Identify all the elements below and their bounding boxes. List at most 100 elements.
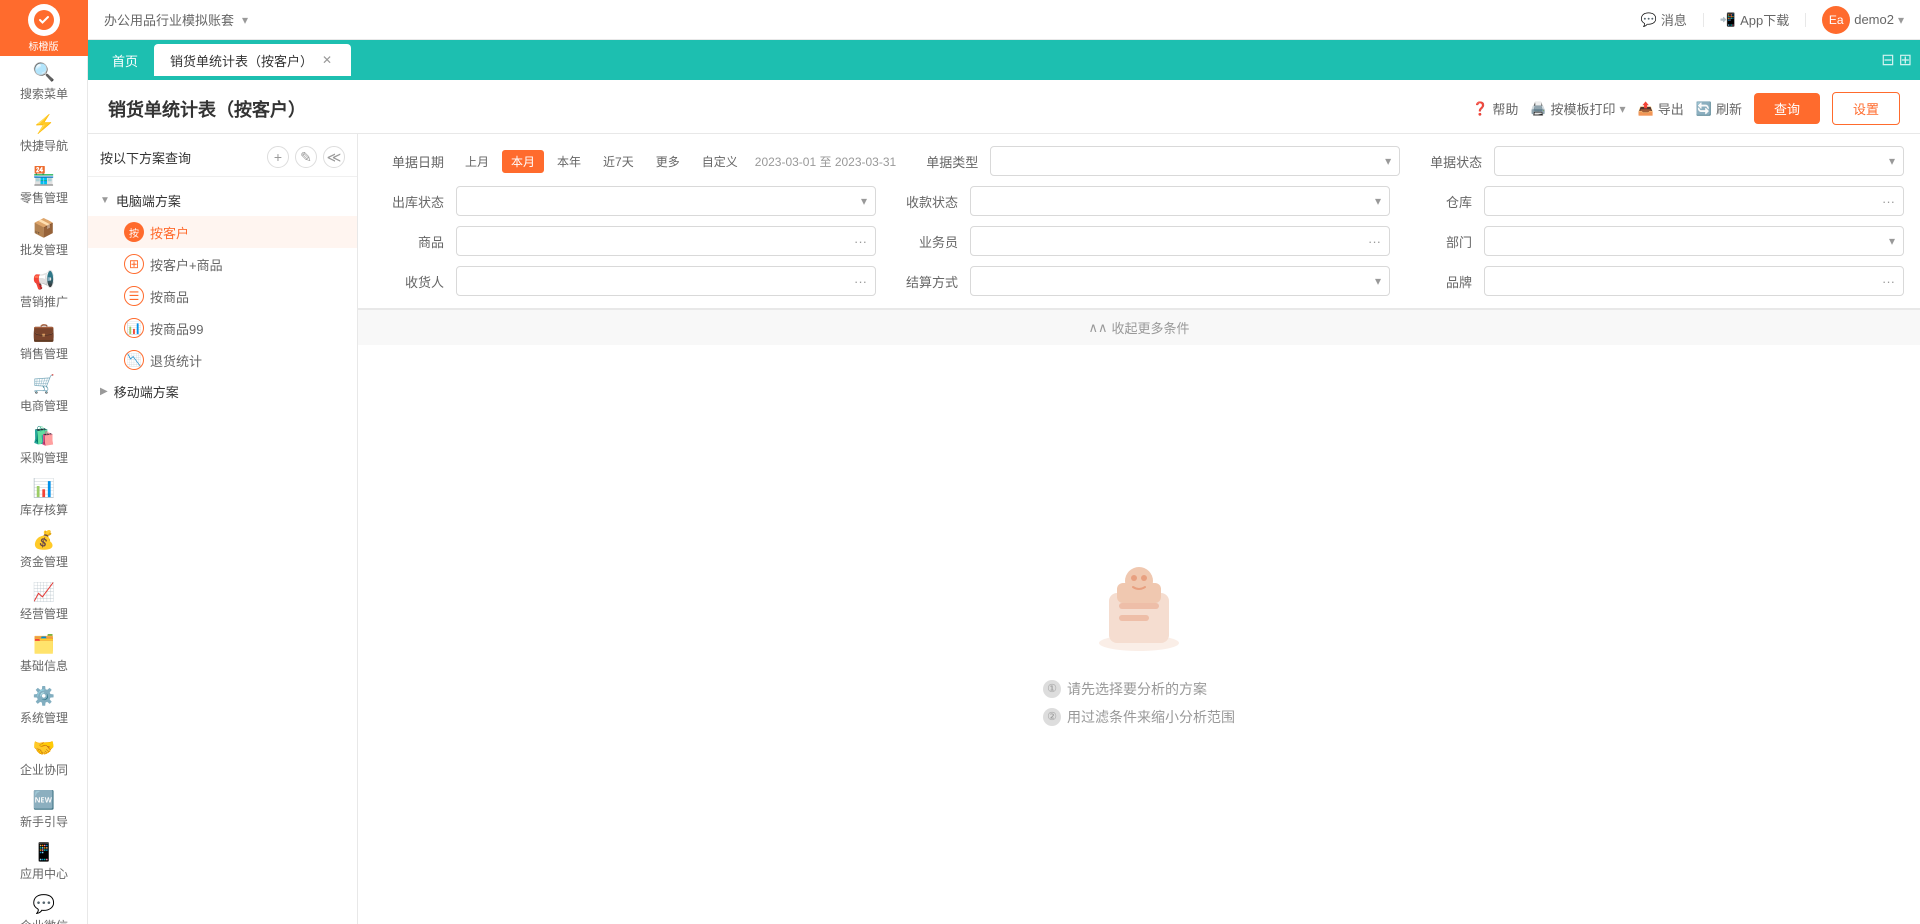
content-area: 按以下方案查询 + ✎ ≪ ▼ 电脑端方案 按 按客户 [88, 134, 1920, 924]
sidebar-item-quicknav[interactable]: ⚡ 快捷导航 [0, 108, 87, 160]
warehouse-input[interactable]: ··· [1484, 186, 1904, 216]
page-actions: ❓ 帮助 🖨️ 按模板打印 ▾ 📤 导出 🔄 刷新 [1472, 92, 1900, 125]
date-btn-thisyear[interactable]: 本年 [548, 150, 590, 173]
receiver-input[interactable]: ··· [456, 266, 876, 296]
receipt-status-select[interactable]: ▾ [970, 186, 1390, 216]
tree-parent-pc-label: 电脑端方案 [116, 191, 181, 210]
right-panel: 单据日期 上月 本月 本年 近7天 更多 自定义 2023-03-01 至 20… [358, 134, 1920, 924]
date-range: 2023-03-01 至 2023-03-31 [755, 153, 896, 170]
tab-home[interactable]: 首页 [96, 44, 154, 76]
operations-icon: 📈 [33, 582, 55, 603]
add-scheme-btn[interactable]: + [267, 146, 289, 168]
sidebar-item-appcenter-label: 应用中心 [20, 865, 68, 882]
sidebar-item-system[interactable]: ⚙️ 系统管理 [0, 680, 87, 732]
salesperson-input[interactable]: ··· [970, 226, 1390, 256]
message-btn[interactable]: 💬 消息 [1641, 10, 1687, 29]
tab-close-icon[interactable]: ✕ [319, 52, 335, 68]
collapse-bar[interactable]: ∧∧ 收起更多条件 [358, 309, 1920, 345]
sidebar-item-finance[interactable]: 💰 资金管理 [0, 524, 87, 576]
sidebar-item-search[interactable]: 🔍 搜索菜单 [0, 56, 87, 108]
department-select[interactable]: ▾ [1484, 226, 1904, 256]
sidebar-item-basic-label: 基础信息 [20, 657, 68, 674]
left-panel-header: 按以下方案查询 + ✎ ≪ [88, 134, 357, 177]
divider2 [1805, 13, 1806, 27]
tree-parent-pc[interactable]: ▼ 电脑端方案 [88, 185, 357, 216]
tree-child-bykh[interactable]: 按 按客户 [88, 216, 357, 248]
date-btn-more[interactable]: 更多 [647, 150, 689, 173]
left-panel: 按以下方案查询 + ✎ ≪ ▼ 电脑端方案 按 按客户 [88, 134, 358, 924]
sidebar-item-inventory[interactable]: 📊 库存核算 [0, 472, 87, 524]
sidebar-item-ecommerce-label: 电商管理 [20, 397, 68, 414]
date-btn-thismonth[interactable]: 本月 [502, 150, 544, 173]
refresh-btn[interactable]: 🔄 刷新 [1696, 99, 1742, 118]
collapse-panel-btn[interactable]: ≪ [323, 146, 345, 168]
date-btn-lastmonth[interactable]: 上月 [456, 150, 498, 173]
sidebar-menu: 🔍 搜索菜单 ⚡ 快捷导航 🏪 零售管理 📦 批发管理 📢 营销推广 💼 销售管… [0, 56, 87, 924]
tab-expand-icon[interactable]: ⊞ [1899, 50, 1912, 70]
salesperson-dots: ··· [1368, 234, 1381, 249]
tree-child-bysp[interactable]: ☰ 按商品 [88, 280, 357, 312]
tab-home-label: 首页 [112, 51, 138, 70]
user-menu[interactable]: Ea demo2 ▾ [1822, 6, 1904, 34]
goods-input[interactable]: ··· [456, 226, 876, 256]
header-right: 💬 消息 📲 App下载 Ea demo2 ▾ [1641, 6, 1904, 34]
sidebar-item-marketing-label: 营销推广 [20, 293, 68, 310]
sidebar-item-ecommerce[interactable]: 🛒 电商管理 [0, 368, 87, 420]
order-status-label: 单据状态 [1412, 152, 1482, 171]
logo-icon [28, 4, 60, 36]
inventory-icon: 📊 [33, 478, 55, 499]
out-status-select[interactable]: ▾ [456, 186, 876, 216]
order-status-select[interactable]: ▾ [1494, 146, 1904, 176]
sidebar-item-wholesale[interactable]: 📦 批发管理 [0, 212, 87, 264]
empty-hint-1: ① 请先选择要分析的方案 [1043, 679, 1235, 699]
sidebar-item-basic[interactable]: 🗂️ 基础信息 [0, 628, 87, 680]
sidebar-item-purchase[interactable]: 🛍️ 采购管理 [0, 420, 87, 472]
tab-sales-stat[interactable]: 销货单统计表（按客户） ✕ [154, 44, 351, 76]
receipt-status-label: 收款状态 [888, 192, 958, 211]
export-btn[interactable]: 📤 导出 [1638, 99, 1684, 118]
order-type-select[interactable]: ▾ [990, 146, 1400, 176]
tab-minimize-icon[interactable]: ⊟ [1881, 50, 1894, 70]
sidebar-item-sales[interactable]: 💼 销售管理 [0, 316, 87, 368]
newuser-icon: 🆕 [33, 790, 55, 811]
edit-scheme-btn[interactable]: ✎ [295, 146, 317, 168]
tree-child-returns[interactable]: 📉 退货统计 [88, 344, 357, 376]
brand-input[interactable]: ··· [1484, 266, 1904, 296]
sidebar-item-enterprise-label: 企业协同 [20, 761, 68, 778]
page-title-row: 销货单统计表（按客户） ❓ 帮助 🖨️ 按模板打印 ▾ 📤 导出 [108, 92, 1900, 125]
sidebar-item-newuser[interactable]: 🆕 新手引导 [0, 784, 87, 836]
arrow-right-icon: ▶ [100, 386, 108, 397]
tree-child-bykhsp[interactable]: ⊞ 按客户+商品 [88, 248, 357, 280]
breadcrumb-text: 办公用品行业模拟账套 [104, 10, 234, 29]
sidebar-item-corpwx[interactable]: 💬 企业微信 [0, 888, 87, 924]
warehouse-label: 仓库 [1402, 192, 1472, 211]
template-print-btn[interactable]: 🖨️ 按模板打印 ▾ [1530, 99, 1625, 118]
help-btn[interactable]: ❓ 帮助 [1472, 99, 1518, 118]
sidebar-item-marketing[interactable]: 📢 营销推广 [0, 264, 87, 316]
date-btn-custom[interactable]: 自定义 [693, 150, 747, 173]
filter-area: 单据日期 上月 本月 本年 近7天 更多 自定义 2023-03-01 至 20… [358, 134, 1920, 309]
date-btn-last7days[interactable]: 近7天 [594, 150, 643, 173]
sidebar-item-corpwx-label: 企业微信 [20, 917, 68, 924]
settlement-select[interactable]: ▾ [970, 266, 1390, 296]
sidebar-item-operations[interactable]: 📈 经营管理 [0, 576, 87, 628]
quicknav-icon: ⚡ [33, 114, 55, 135]
divider1 [1703, 13, 1704, 27]
tree-parent-mobile[interactable]: ▶ 移动端方案 [88, 376, 357, 407]
sidebar-item-appcenter[interactable]: 📱 应用中心 [0, 836, 87, 888]
chevron-down-icon: ▾ [242, 13, 248, 27]
query-button[interactable]: 查询 [1754, 93, 1820, 124]
sidebar-item-inventory-label: 库存核算 [20, 501, 68, 518]
app-download-btn[interactable]: 📲 App下载 [1720, 10, 1789, 29]
sidebar-item-enterprise[interactable]: 🤝 企业协同 [0, 732, 87, 784]
tree-child-bysp99[interactable]: 📊 按商品99 [88, 312, 357, 344]
tree-section: ▼ 电脑端方案 按 按客户 ⊞ 按客户+商品 ☰ 按商品 [88, 177, 357, 415]
warehouse-dots: ··· [1882, 194, 1895, 209]
department-chevron: ▾ [1889, 234, 1895, 248]
sidebar-item-retail[interactable]: 🏪 零售管理 [0, 160, 87, 212]
settings-button[interactable]: 设置 [1832, 92, 1900, 125]
date-shortcuts: 上月 本月 本年 近7天 更多 自定义 2023-03-01 至 2023-03… [456, 150, 896, 173]
collapse-label: 收起更多条件 [1112, 318, 1190, 337]
scheme-returns-icon: 📉 [124, 350, 144, 370]
sidebar-item-newuser-label: 新手引导 [20, 813, 68, 830]
